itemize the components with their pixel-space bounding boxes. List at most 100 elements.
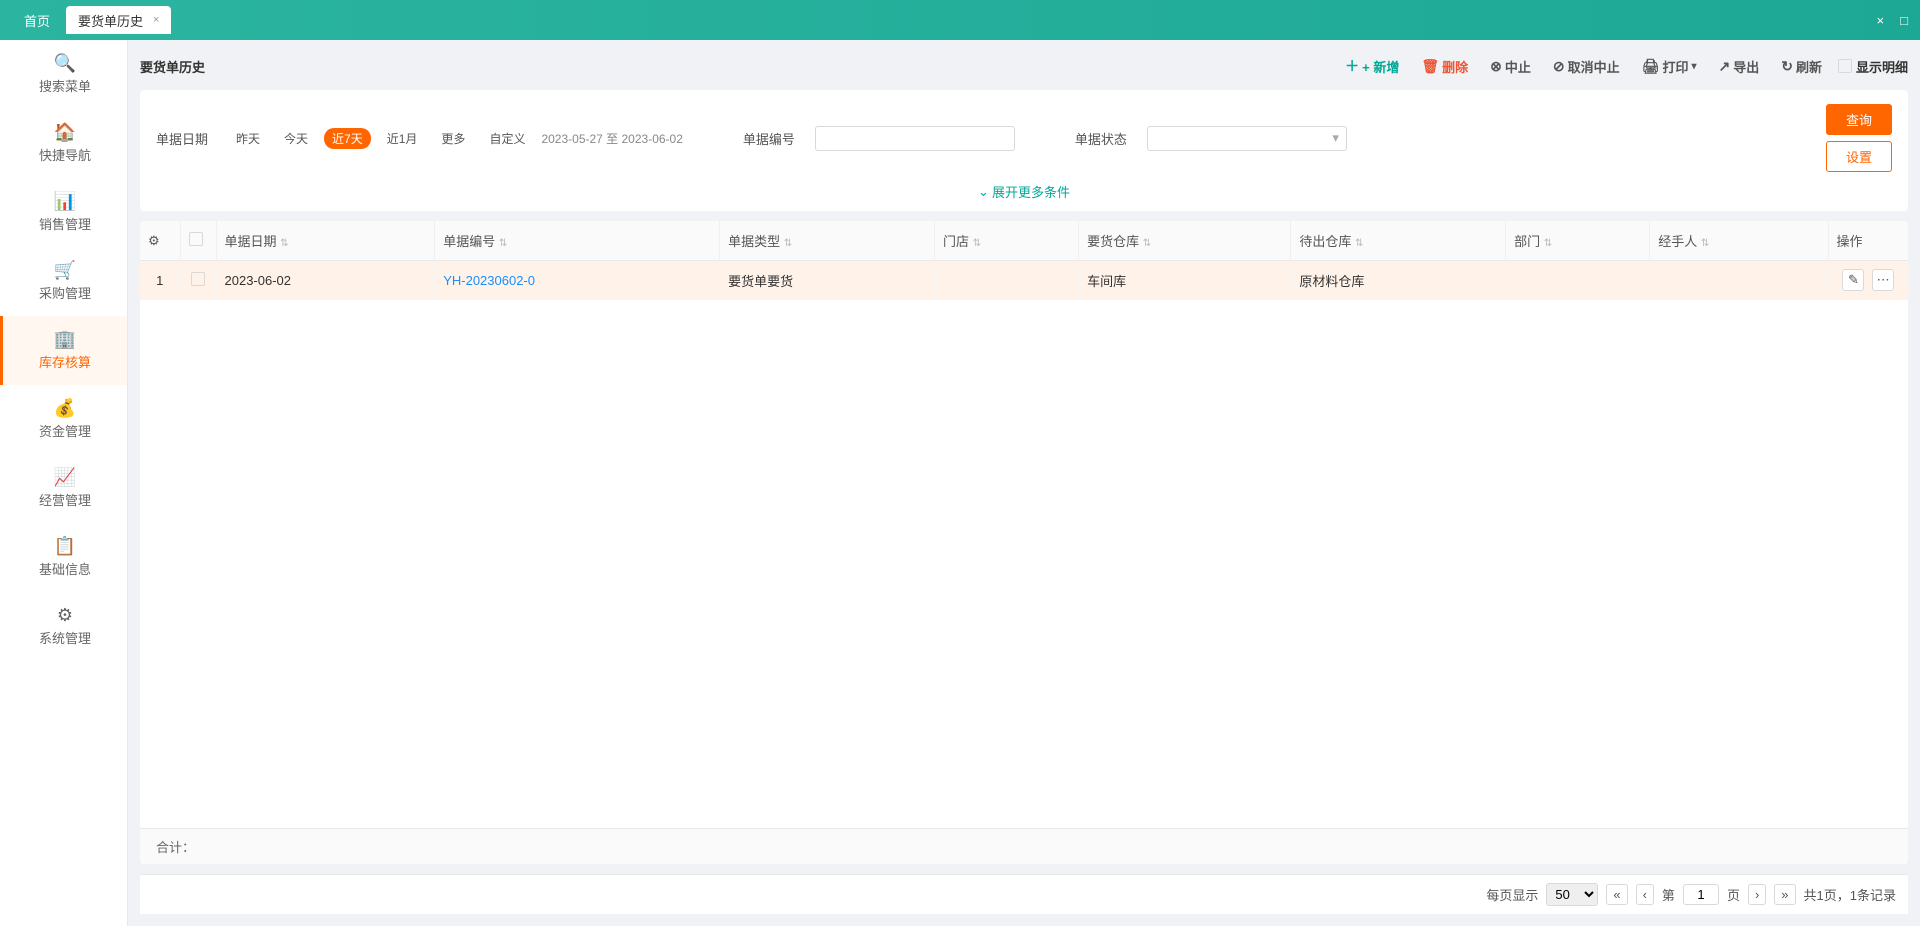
th-date-label: 单据日期 xyxy=(225,234,277,249)
td-docno: YH-20230602-0 xyxy=(435,261,720,300)
refresh-btn-label: 刷新 xyxy=(1796,57,1822,76)
new-btn[interactable]: ＋ + 新增 xyxy=(1339,52,1405,80)
tab-home-label: 首页 xyxy=(24,11,50,30)
filter-row-1: 单据日期 昨天 今天 近7天 近1月 更多 自定义 2023-05-27 至 2… xyxy=(156,104,1892,172)
new-btn-label: + 新增 xyxy=(1362,57,1399,76)
th-docno: 单据编号 ⇅ xyxy=(435,221,720,261)
sidebar-item-purchase[interactable]: 🛒 采购管理 xyxy=(0,247,127,316)
date-btn-7days[interactable]: 近7天 xyxy=(324,128,371,149)
page-header: 要货单历史 ＋ + 新增 🗑 删除 ⊗ 中止 ⊘ 取消中止 xyxy=(140,52,1908,80)
tab-home[interactable]: 首页 xyxy=(12,6,62,34)
search-icon: 🔍 xyxy=(54,54,76,72)
show-detail-checkbox[interactable] xyxy=(1838,59,1852,73)
sort-docno-icon[interactable]: ⇅ xyxy=(499,238,507,249)
row-edit-btn[interactable]: ✎ xyxy=(1842,269,1864,291)
docno-link[interactable]: YH-20230602-0 xyxy=(443,273,535,288)
total-label: 合计： xyxy=(156,840,195,855)
doc-no-input[interactable] xyxy=(815,126,1015,151)
sidebar-item-finance[interactable]: 💰 资金管理 xyxy=(0,385,127,454)
date-btn-today[interactable]: 今天 xyxy=(276,128,316,149)
select-all-checkbox[interactable] xyxy=(189,232,203,246)
stop-btn[interactable]: ⊗ 中止 xyxy=(1484,53,1537,80)
show-detail-toggle[interactable]: 显示明细 xyxy=(1838,57,1908,76)
prev-page-btn[interactable]: ‹ xyxy=(1636,884,1654,905)
sidebar-item-basic[interactable]: 📋 基础信息 xyxy=(0,523,127,592)
expand-more-btn[interactable]: ⌄ 展开更多条件 xyxy=(978,182,1070,201)
window-close-btn[interactable]: × xyxy=(1877,13,1885,28)
refresh-icon: ↻ xyxy=(1781,58,1793,75)
page-input[interactable] xyxy=(1683,884,1719,905)
date-label: 单据日期 xyxy=(156,129,208,148)
query-button[interactable]: 查询 xyxy=(1826,104,1892,135)
td-ops: ✎ ⋯ xyxy=(1828,261,1908,300)
td-date: 2023-06-02 xyxy=(216,261,435,300)
date-btn-more[interactable]: 更多 xyxy=(433,128,473,149)
tab-close-icon[interactable]: × xyxy=(153,14,159,26)
setting-button[interactable]: 设置 xyxy=(1826,141,1892,172)
td-shop xyxy=(934,261,1078,300)
show-detail-label: 显示明细 xyxy=(1856,57,1908,76)
total-info: 共1页，1条记录 xyxy=(1804,885,1896,904)
window-minimize-btn[interactable]: □ xyxy=(1900,13,1908,28)
th-pendwarehouse-label: 待出仓库 xyxy=(1299,234,1351,249)
settings-icon[interactable]: ⚙ xyxy=(148,233,160,248)
th-handler-label: 经手人 xyxy=(1658,234,1697,249)
td-seq: 1 xyxy=(140,261,180,300)
th-ops: 操作 xyxy=(1828,221,1908,261)
th-ops-label: 操作 xyxy=(1837,234,1863,249)
sidebar-item-home-label: 快捷导航 xyxy=(39,145,91,164)
tab-active[interactable]: 要货单历史 × xyxy=(66,6,171,34)
sort-pendwarehouse-icon[interactable]: ⇅ xyxy=(1355,238,1363,249)
last-page-btn[interactable]: » xyxy=(1774,884,1795,905)
cancel-stop-btn[interactable]: ⊘ 取消中止 xyxy=(1547,53,1626,80)
table-row: 1 2023-06-02 YH-20230602-0 要货单要货 车间库 原材料… xyxy=(140,261,1908,300)
export-btn-label: 导出 xyxy=(1733,57,1759,76)
sidebar-item-inventory[interactable]: 🏢 库存核算 xyxy=(0,316,127,385)
cancel-stop-btn-label: 取消中止 xyxy=(1568,57,1620,76)
sidebar-item-home[interactable]: 🏠 快捷导航 xyxy=(0,109,127,178)
sort-date-icon[interactable]: ⇅ xyxy=(280,238,288,249)
row-checkbox[interactable] xyxy=(191,272,205,286)
sidebar-item-system[interactable]: ⚙ 系统管理 xyxy=(0,592,127,661)
add-icon: ＋ xyxy=(1345,56,1359,76)
tab-active-label: 要货单历史 xyxy=(78,11,143,30)
sidebar-item-operation[interactable]: 📈 经营管理 xyxy=(0,454,127,523)
system-icon: ⚙ xyxy=(57,606,73,624)
delete-icon: 🗑 xyxy=(1421,58,1439,75)
sort-doctype-icon[interactable]: ⇅ xyxy=(784,238,792,249)
sort-shop-icon[interactable]: ⇅ xyxy=(973,238,981,249)
status-label: 单据状态 xyxy=(1075,129,1127,148)
sort-reqwarehouse-icon[interactable]: ⇅ xyxy=(1143,238,1151,249)
date-btn-custom[interactable]: 自定义 xyxy=(481,128,533,149)
date-range-text: 2023-05-27 至 2023-06-02 xyxy=(541,130,682,147)
page-title: 要货单历史 xyxy=(140,57,205,76)
next-page-btn[interactable]: › xyxy=(1748,884,1766,905)
export-btn[interactable]: ↗ 导出 xyxy=(1712,53,1765,80)
export-icon: ↗ xyxy=(1718,58,1730,75)
print-btn-label: 打印 xyxy=(1662,57,1688,76)
date-btn-yesterday[interactable]: 昨天 xyxy=(228,128,268,149)
toolbar: ＋ + 新增 🗑 删除 ⊗ 中止 ⊘ 取消中止 🖨 打印 xyxy=(1339,52,1908,80)
page-size-label: 每页显示 xyxy=(1486,885,1538,904)
purchase-icon: 🛒 xyxy=(54,261,76,279)
doc-no-label: 单据编号 xyxy=(743,129,795,148)
sort-dept-icon[interactable]: ⇅ xyxy=(1544,238,1552,249)
basic-icon: 📋 xyxy=(54,537,76,555)
date-btn-1month[interactable]: 近1月 xyxy=(379,128,426,149)
sort-handler-icon[interactable]: ⇅ xyxy=(1701,238,1709,249)
th-settings: ⚙ xyxy=(140,221,180,261)
row-more-btn[interactable]: ⋯ xyxy=(1872,269,1894,291)
refresh-btn[interactable]: ↻ 刷新 xyxy=(1775,53,1828,80)
sidebar-item-sales[interactable]: 📊 销售管理 xyxy=(0,178,127,247)
sidebar-item-basic-label: 基础信息 xyxy=(39,559,91,578)
page-size-select[interactable]: 50 10 20 100 xyxy=(1546,883,1598,906)
filter-row-expand: ⌄ 展开更多条件 xyxy=(156,182,1892,201)
stop-btn-label: 中止 xyxy=(1505,57,1531,76)
first-page-btn[interactable]: « xyxy=(1606,884,1627,905)
delete-btn[interactable]: 🗑 删除 xyxy=(1415,53,1474,80)
td-doctype: 要货单要货 xyxy=(720,261,935,300)
status-select[interactable] xyxy=(1147,126,1347,151)
print-btn[interactable]: 🖨 打印 ▾ xyxy=(1636,53,1703,80)
top-bar-right: × □ xyxy=(1877,13,1908,28)
sidebar-item-search[interactable]: 🔍 搜索菜单 xyxy=(0,40,127,109)
